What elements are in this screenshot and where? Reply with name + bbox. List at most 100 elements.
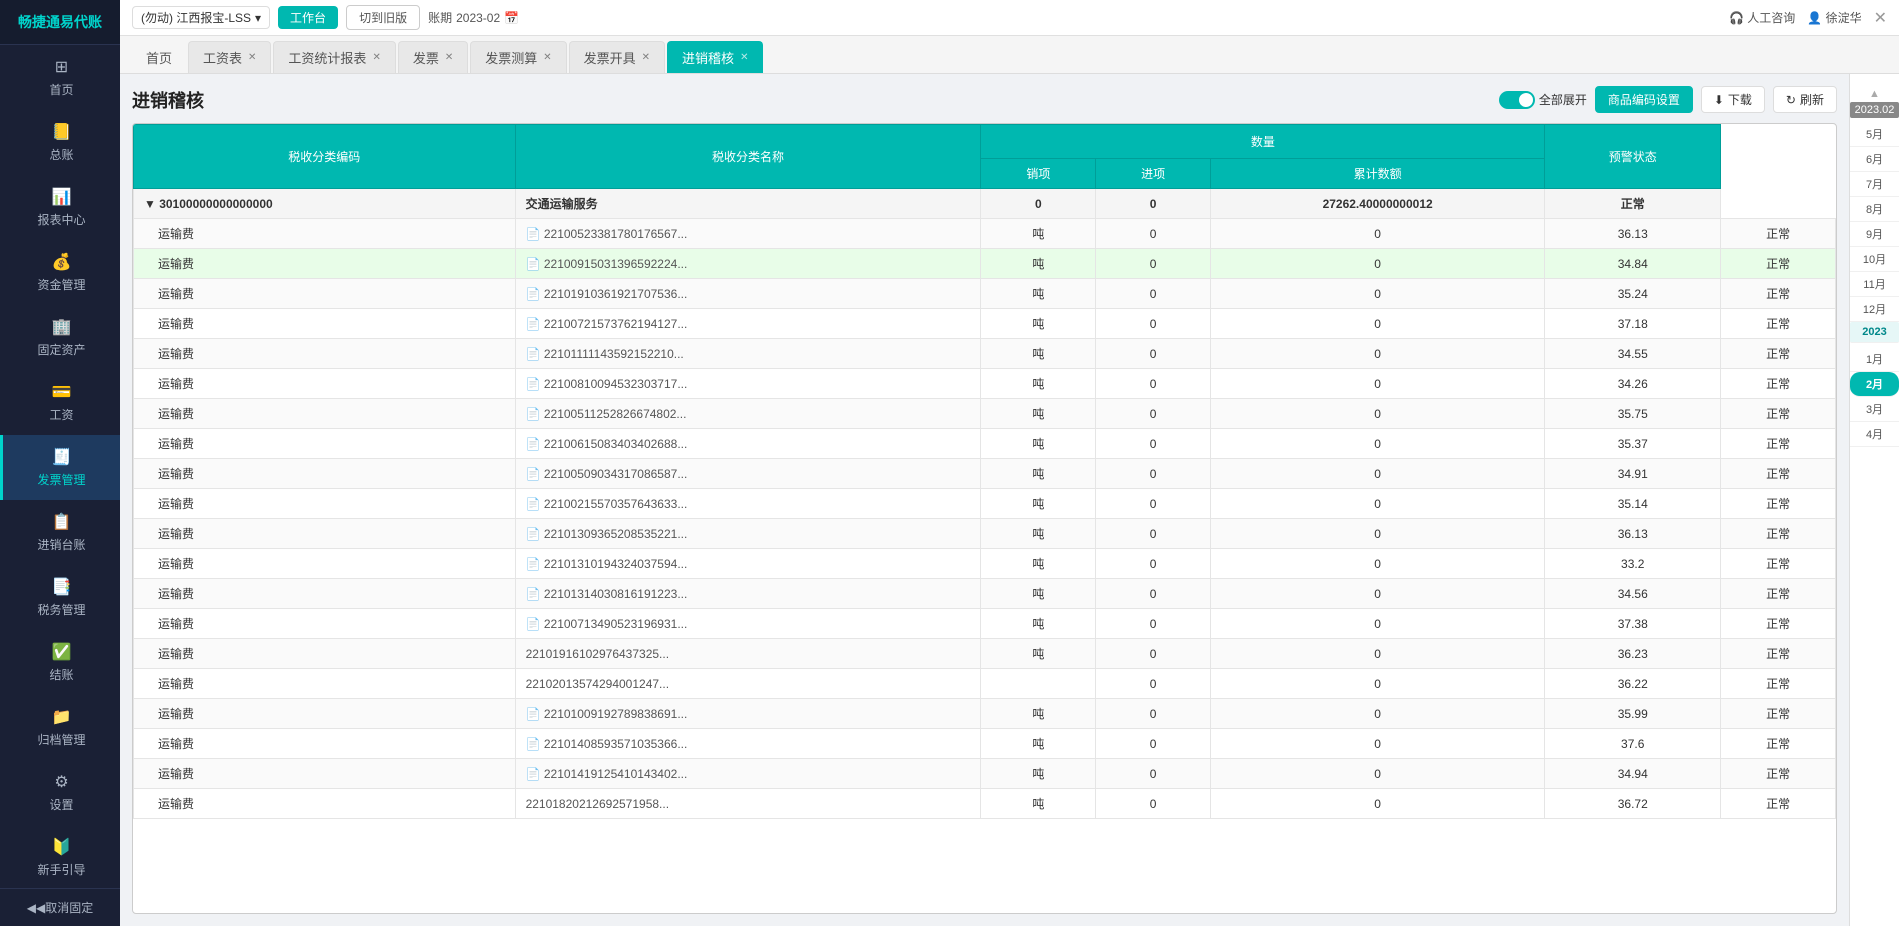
month-item[interactable]: 8月	[1850, 197, 1899, 222]
sidebar-item-home[interactable]: ⊞ 首页	[0, 45, 120, 110]
tabbar: 首页工资表✕工资统计报表✕发票✕发票测算✕发票开具✕进销稽核✕	[120, 36, 1899, 74]
item-unit: 吨	[981, 549, 1096, 579]
sidebar-item-ledger[interactable]: 📒 总账	[0, 110, 120, 175]
doc-icon[interactable]: 📄	[526, 257, 541, 271]
doc-icon[interactable]: 📄	[526, 317, 541, 331]
item-code: 📄 22100511252826674802...	[515, 399, 981, 429]
sidebar-unpin-button[interactable]: ◀◀ 取消固定	[0, 888, 120, 926]
month-item[interactable]: 7月	[1850, 172, 1899, 197]
toggle-expand[interactable]: 全部展开	[1499, 91, 1587, 109]
month-item[interactable]: 5月	[1850, 122, 1899, 147]
tab-invoice[interactable]: 发票✕	[398, 41, 468, 73]
guide-icon: 🔰	[52, 837, 72, 857]
tab-label: 发票开具	[584, 48, 636, 67]
month-item[interactable]: 3月	[1850, 397, 1899, 422]
month-item[interactable]: 2月	[1850, 372, 1899, 397]
item-name: 运输费	[134, 519, 516, 549]
doc-icon[interactable]: 📄	[526, 407, 541, 421]
month-item[interactable]: 1月	[1850, 347, 1899, 372]
sidebar-item-tax[interactable]: 📑 税务管理	[0, 565, 120, 630]
doc-icon[interactable]: 📄	[526, 377, 541, 391]
close-icon[interactable]: ✕	[1874, 8, 1887, 28]
sidebar-item-archive[interactable]: 📁 归档管理	[0, 695, 120, 760]
switch-old-button[interactable]: 切到旧版	[346, 5, 420, 30]
month-item[interactable]: 12月	[1850, 297, 1899, 322]
item-code: 📄 22101310194324037594...	[515, 549, 981, 579]
refresh-btn[interactable]: ↻ 刷新	[1773, 86, 1837, 113]
doc-icon[interactable]: 📄	[526, 287, 541, 301]
item-purchases: 0	[1210, 459, 1544, 489]
month-item[interactable]: 9月	[1850, 222, 1899, 247]
month-item[interactable]: 6月	[1850, 147, 1899, 172]
table-row: 运输费 📄 22101111143592152210... 吨 0 0 34.5…	[134, 339, 1836, 369]
doc-icon[interactable]: 📄	[526, 497, 541, 511]
ledger-icon: 📒	[52, 122, 72, 142]
sidebar-item-report[interactable]: 📊 报表中心	[0, 175, 120, 240]
item-code: 📄 22101111143592152210...	[515, 339, 981, 369]
item-status: 正常	[1721, 339, 1836, 369]
sidebar-item-settings[interactable]: ⚙ 设置	[0, 760, 120, 825]
user-info: 👤 徐淀华	[1807, 9, 1861, 26]
company-selector[interactable]: (勿动) 江西报宝-LSS ▾	[132, 6, 270, 29]
th-quantity: 数量	[981, 125, 1545, 159]
doc-icon[interactable]: 📄	[526, 617, 541, 631]
sidebar-item-label: 进销台账	[37, 536, 85, 553]
settings-btn[interactable]: 商品编码设置	[1595, 86, 1693, 113]
doc-icon[interactable]: 📄	[526, 437, 541, 451]
sidebar-item-trade[interactable]: 📋 进销台账	[0, 500, 120, 565]
year-label-2023[interactable]: 2023	[1850, 322, 1899, 343]
tab-salary-stat[interactable]: 工资统计报表✕	[273, 41, 395, 73]
doc-icon[interactable]: 📄	[526, 347, 541, 361]
tab-close-icon[interactable]: ✕	[372, 52, 380, 63]
sidebar-item-invoice[interactable]: 🧾 发票管理	[0, 435, 120, 500]
tab-close-icon[interactable]: ✕	[642, 52, 650, 63]
support-link[interactable]: 🎧 人工咨询	[1729, 9, 1795, 26]
tab-purchase-check[interactable]: 进销稽核✕	[667, 41, 763, 73]
month-item[interactable]: 4月	[1850, 422, 1899, 447]
sidebar-item-salary[interactable]: 💳 工资	[0, 370, 120, 435]
doc-icon[interactable]: 📄	[526, 527, 541, 541]
item-purchases: 0	[1210, 729, 1544, 759]
refresh-icon: ↻	[1786, 93, 1796, 107]
download-btn[interactable]: ⬇ 下载	[1701, 86, 1765, 113]
doc-icon[interactable]: 📄	[526, 767, 541, 781]
item-code: 📄 22100713490523196931...	[515, 609, 981, 639]
tab-home[interactable]: 首页	[132, 42, 186, 73]
sidebar-item-capital[interactable]: 💰 资金管理	[0, 240, 120, 305]
doc-icon[interactable]: 📄	[526, 707, 541, 721]
item-name: 运输费	[134, 339, 516, 369]
item-purchases: 0	[1210, 309, 1544, 339]
tab-salary-table[interactable]: 工资表✕	[188, 41, 271, 73]
doc-icon[interactable]: 📄	[526, 467, 541, 481]
item-status: 正常	[1721, 219, 1836, 249]
month-item[interactable]: 10月	[1850, 247, 1899, 272]
item-unit: 吨	[981, 219, 1096, 249]
archive-icon: 📁	[52, 707, 72, 727]
sidebar-item-checkout[interactable]: ✅ 结账	[0, 630, 120, 695]
tab-close-icon[interactable]: ✕	[248, 52, 256, 63]
doc-icon[interactable]: 📄	[526, 737, 541, 751]
tab-close-icon[interactable]: ✕	[543, 52, 551, 63]
item-purchases: 0	[1210, 369, 1544, 399]
tab-invoice-calc[interactable]: 发票测算✕	[470, 41, 566, 73]
item-unit	[981, 669, 1096, 699]
tab-invoice-open[interactable]: 发票开具 ✕	[569, 41, 665, 73]
doc-icon[interactable]: 📄	[526, 587, 541, 601]
doc-icon[interactable]: 📄	[526, 557, 541, 571]
scroll-up-icon[interactable]: ▲	[1850, 86, 1899, 102]
doc-icon[interactable]: 📄	[526, 227, 541, 241]
data-table-container: 税收分类编码 税收分类名称 数量 预警状态 销项 进项 累计数额	[132, 123, 1837, 914]
toggle-switch[interactable]	[1499, 91, 1535, 109]
item-status: 正常	[1721, 429, 1836, 459]
tab-close-icon[interactable]: ✕	[445, 52, 453, 63]
item-status: 正常	[1721, 789, 1836, 819]
tab-close-icon[interactable]: ✕	[740, 52, 748, 63]
workstation-button[interactable]: 工作台	[278, 6, 338, 29]
sidebar-item-guide[interactable]: 🔰 新手引导	[0, 825, 120, 888]
data-table: 税收分类编码 税收分类名称 数量 预警状态 销项 进项 累计数额	[133, 124, 1836, 819]
item-cumulative: 37.38	[1545, 609, 1721, 639]
month-item[interactable]: 11月	[1850, 272, 1899, 297]
item-name: 运输费	[134, 699, 516, 729]
report-icon: 📊	[52, 187, 72, 207]
sidebar-item-fixed[interactable]: 🏢 固定资产	[0, 305, 120, 370]
